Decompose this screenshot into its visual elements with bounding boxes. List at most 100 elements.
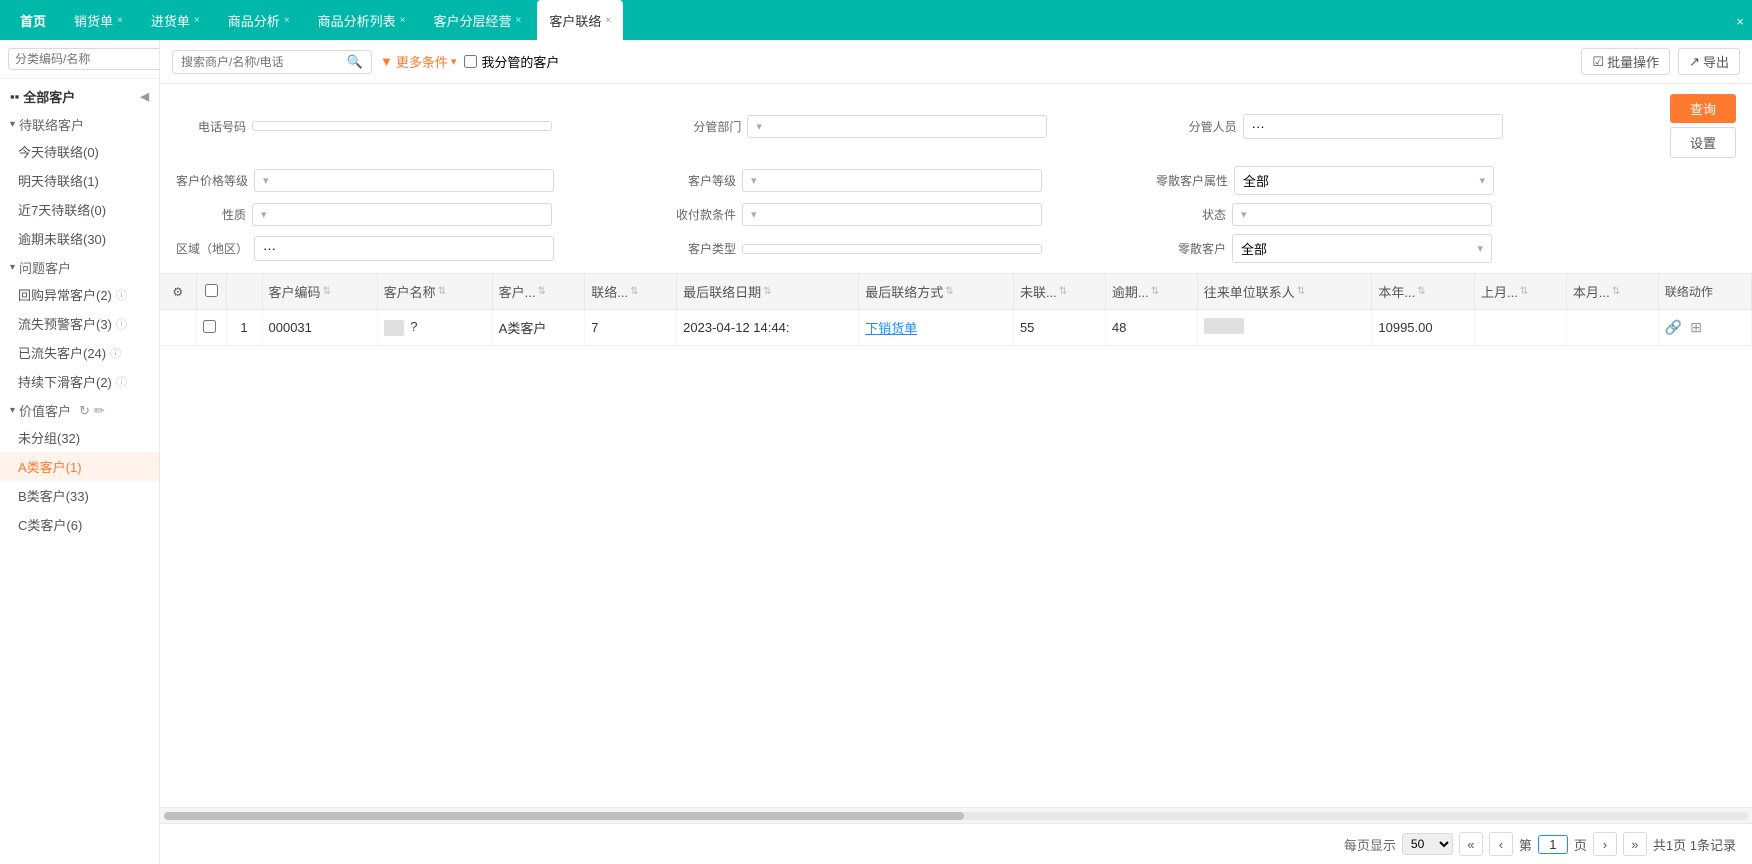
sidebar-item-class-c[interactable]: C类客户(6) <box>0 510 159 539</box>
more-filters-arrow: ▾ <box>451 55 457 68</box>
batch-op-button[interactable]: ☑ 批量操作 <box>1581 48 1670 75</box>
sort-icon: ⇅ <box>1417 286 1425 297</box>
filter-person-label: 分管人员 <box>1167 118 1237 135</box>
tab-sales[interactable]: 销货单 × <box>62 0 135 40</box>
close-all-button[interactable]: × <box>1736 10 1744 31</box>
content-area: 🔍 ▼ 更多条件 ▾ 我分管的客户 ☑ 批量操作 ↗ 导出 <box>160 40 1752 864</box>
sidebar-value-group: ▾ 价值客户 ↻ ✏ <box>0 396 159 423</box>
info-icon[interactable]: ⓘ <box>116 374 127 390</box>
tab-goods-list[interactable]: 商品分析列表 × <box>306 0 418 40</box>
link-action-icon[interactable]: 🔗 <box>1665 319 1682 336</box>
th-checkbox[interactable] <box>196 274 226 310</box>
horizontal-scrollbar[interactable] <box>160 807 1752 823</box>
td-type: A类客户 <box>492 310 585 346</box>
filter-phone-input[interactable] <box>252 121 552 131</box>
next-page-button[interactable]: › <box>1593 832 1617 856</box>
setting-button[interactable]: 设置 <box>1670 127 1736 158</box>
filter-icon: ▼ <box>380 54 393 69</box>
collapse-icon[interactable]: ◀ <box>141 90 149 103</box>
th-gear[interactable]: ⚙ <box>160 274 196 310</box>
info-icon[interactable]: ⓘ <box>110 345 121 361</box>
filter-payment-select[interactable]: ▾ <box>742 203 1042 226</box>
filter-nature-select[interactable]: ▾ <box>252 203 552 226</box>
close-icon[interactable]: × <box>515 15 521 26</box>
sidebar-item-class-b[interactable]: B类客户(33) <box>0 481 159 510</box>
tab-customer-tier[interactable]: 客户分层经营 × <box>421 0 533 40</box>
th-contact: 联络...⇅ <box>585 274 677 310</box>
sidebar-item-week-pending[interactable]: 近7天待联络(0) <box>0 195 159 224</box>
filter-customer-grade-label: 客户等级 <box>666 172 736 189</box>
filter-region-select[interactable]: ··· <box>254 236 554 261</box>
sidebar-item-overdue[interactable]: 逾期未联络(30) <box>0 224 159 253</box>
last-method-link[interactable]: 下销货单 <box>865 321 917 336</box>
edit-icon[interactable]: ✏ <box>94 403 105 419</box>
sidebar-item-unclassified[interactable]: 未分组(32) <box>0 423 159 452</box>
page-size-select[interactable]: 50 100 200 <box>1402 833 1453 855</box>
my-customers-check[interactable] <box>464 55 477 68</box>
export-button[interactable]: ↗ 导出 <box>1678 48 1740 75</box>
total-label: 共1页 1条记录 <box>1653 835 1736 854</box>
last-page-button[interactable]: » <box>1623 832 1647 856</box>
close-icon[interactable]: × <box>400 15 406 26</box>
sidebar-all-customers[interactable]: ▪▪ 全部客户 ◀ <box>0 79 159 110</box>
filter-retail-customer-select[interactable]: 全部 ▾ <box>1232 234 1492 263</box>
my-customers-checkbox[interactable]: 我分管的客户 <box>464 52 559 71</box>
filter-status-select[interactable]: ▾ <box>1232 203 1492 226</box>
tab-purchase[interactable]: 进货单 × <box>139 0 212 40</box>
sort-icon: ⇅ <box>1151 286 1159 297</box>
sidebar-item-declining[interactable]: 持续下滑客户(2) ⓘ <box>0 367 159 396</box>
tab-goods-analysis[interactable]: 商品分析 × <box>216 0 302 40</box>
info-icon[interactable]: ⓘ <box>116 287 127 303</box>
chevron-down-icon: ▾ <box>263 174 269 187</box>
filter-region: 区域（地区） ··· <box>176 236 658 261</box>
per-page-label: 每页显示 <box>1344 835 1396 854</box>
sidebar-item-lost-warning[interactable]: 流失预警客户(3) ⓘ <box>0 309 159 338</box>
td-last-month <box>1474 310 1566 346</box>
select-all-checkbox[interactable] <box>205 284 218 297</box>
sidebar-item-tomorrow-pending[interactable]: 明天待联络(1) <box>0 166 159 195</box>
filter-dept-select[interactable]: ▾ <box>747 115 1047 138</box>
th-this-year: 本年...⇅ <box>1372 274 1475 310</box>
sidebar-item-today-pending[interactable]: 今天待联络(0) <box>0 137 159 166</box>
filter-price-grade-select[interactable]: ▾ <box>254 169 554 192</box>
sort-icon: ⇅ <box>538 286 546 297</box>
td-checkbox[interactable] <box>196 310 226 346</box>
all-customers-label: 全部客户 <box>23 87 75 106</box>
row-checkbox[interactable] <box>203 320 216 333</box>
th-last-date: 最后联络日期⇅ <box>677 274 859 310</box>
close-icon[interactable]: × <box>284 15 290 26</box>
filter-search-icon[interactable]: 🔍 <box>347 54 363 70</box>
first-page-button[interactable]: « <box>1459 832 1483 856</box>
info-icon[interactable]: ⓘ <box>116 316 127 332</box>
more-filters-button[interactable]: ▼ 更多条件 ▾ <box>380 52 456 71</box>
grid-action-icon[interactable]: ⊞ <box>1690 319 1702 336</box>
close-icon[interactable]: × <box>194 15 200 26</box>
page-end-label: 页 <box>1574 835 1587 854</box>
tab-customer-contact[interactable]: 客户联络 × <box>537 0 623 40</box>
td-last-method[interactable]: 下销货单 <box>859 310 1014 346</box>
sidebar-search-input[interactable] <box>8 48 160 70</box>
close-icon[interactable]: × <box>117 15 123 26</box>
refresh-icon[interactable]: ↻ <box>79 403 90 419</box>
filter-status-label: 状态 <box>1156 206 1226 223</box>
filter-person-select[interactable]: ··· <box>1243 114 1503 139</box>
query-button[interactable]: 查询 <box>1670 94 1736 123</box>
td-num: 1 <box>226 310 262 346</box>
filter-retail-attr-select[interactable]: 全部 ▾ <box>1234 166 1494 195</box>
scrollbar-thumb[interactable] <box>164 812 964 820</box>
close-icon[interactable]: × <box>605 15 611 26</box>
td-gear <box>160 310 196 346</box>
filter-search-input[interactable] <box>181 55 343 69</box>
top-nav: 首页 销货单 × 进货单 × 商品分析 × 商品分析列表 × 客户分层经营 × … <box>0 0 1752 40</box>
scrollbar-track <box>164 812 1748 820</box>
sidebar-item-repurchase-abnormal[interactable]: 回购异常客户(2) ⓘ <box>0 280 159 309</box>
prev-page-button[interactable]: ‹ <box>1489 832 1513 856</box>
sidebar-item-class-a[interactable]: A类客户(1) <box>0 452 159 481</box>
tab-home[interactable]: 首页 <box>8 0 58 40</box>
sidebar-item-lost[interactable]: 已流失客户(24) ⓘ <box>0 338 159 367</box>
page-current-input[interactable] <box>1538 835 1568 854</box>
filter-phone-label: 电话号码 <box>176 118 246 135</box>
sidebar-search-area: 🔍 <box>0 40 159 79</box>
filter-customer-grade-select[interactable]: ▾ <box>742 169 1042 192</box>
filter-customer-type-input[interactable] <box>742 244 1042 254</box>
